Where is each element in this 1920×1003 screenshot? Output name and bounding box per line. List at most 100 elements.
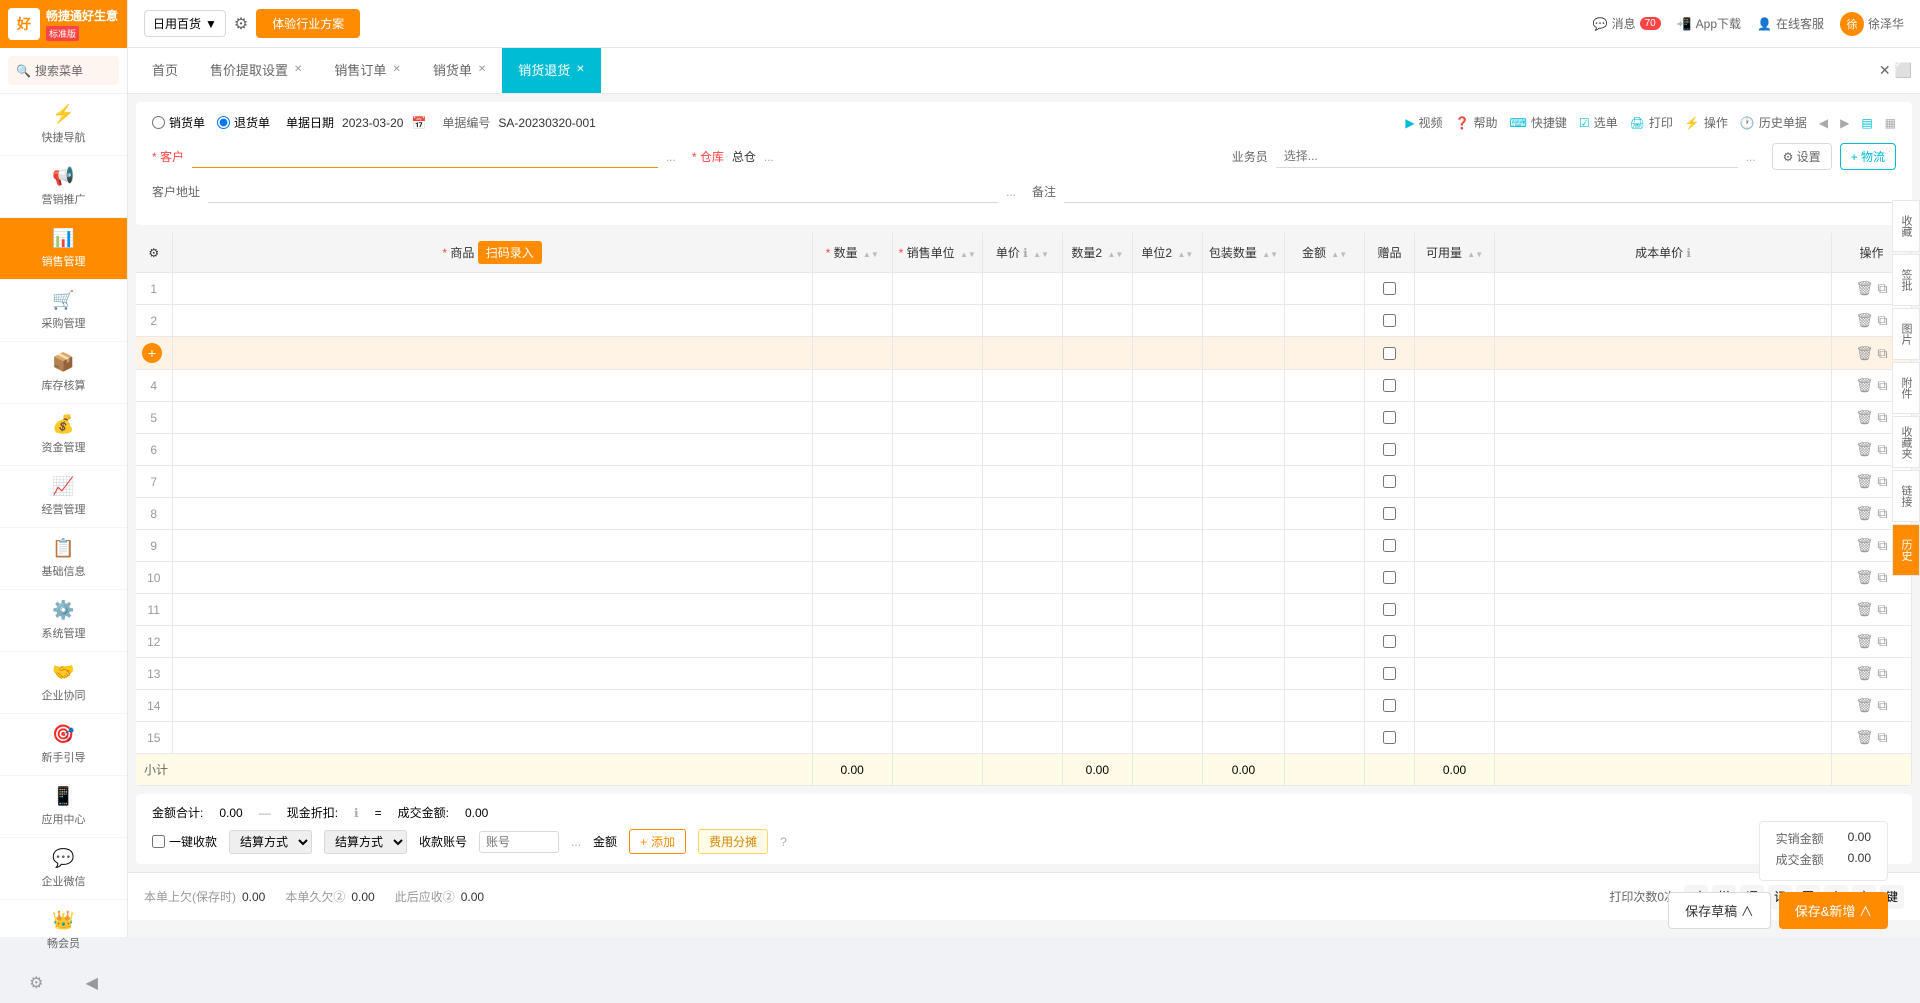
price-cell[interactable] [982,466,1062,498]
pack-qty-cell[interactable] [1202,658,1284,690]
qty2-cell[interactable] [1062,434,1132,466]
copy-icon[interactable]: ⧉ [1877,377,1887,394]
message-button[interactable]: 💬 消息 70 [1593,15,1661,32]
price-cell[interactable] [982,658,1062,690]
sidebar-item-inventory[interactable]: 📦 库存核算 [0,342,127,404]
sale-unit-cell[interactable] [892,690,982,722]
sale-unit-cell[interactable] [892,273,982,305]
qty-cell[interactable] [812,562,892,594]
delete-icon[interactable]: 🗑 [1856,377,1874,394]
sidebar-collapse-button[interactable]: ◀ [86,973,98,993]
radio-return[interactable]: 退货单 [217,114,270,131]
sidebar-item-system[interactable]: ⚙️ 系统管理 [0,590,127,652]
sidebar-item-appstore[interactable]: 📱 应用中心 [0,776,127,838]
history-action[interactable]: 🕐 历史单据 [1740,114,1807,131]
copy-icon[interactable]: ⧉ [1877,505,1887,522]
help-action[interactable]: ❓ 帮助 [1455,114,1498,131]
cost-split-button[interactable]: 费用分摊 [698,829,768,854]
amount-cell[interactable] [1285,434,1365,466]
video-action[interactable]: ▶ 视频 [1405,114,1442,131]
gift-checkbox[interactable] [1383,539,1396,552]
price-cell[interactable] [982,722,1062,754]
app-download-button[interactable]: 📲 App下载 [1677,15,1741,32]
price-cell[interactable] [982,305,1062,337]
cost-price-cell[interactable] [1495,530,1832,562]
logistics-button[interactable]: + 物流 [1840,143,1896,170]
unit2-cell[interactable] [1132,498,1202,530]
pack-qty-cell[interactable] [1202,273,1284,305]
amount-cell[interactable] [1285,305,1365,337]
gift-checkbox[interactable] [1383,603,1396,616]
unit2-cell[interactable] [1132,466,1202,498]
close-tab-button[interactable]: ✕ [1879,62,1891,79]
product-cell[interactable] [172,530,812,562]
amount-cell[interactable] [1285,530,1365,562]
product-cell[interactable] [172,562,812,594]
gift-checkbox[interactable] [1383,314,1396,327]
product-cell[interactable] [172,337,812,370]
float-link[interactable]: 链接 [1892,470,1920,522]
qty-cell[interactable] [812,466,892,498]
copy-icon[interactable]: ⧉ [1877,697,1887,714]
customer-dots[interactable]: ... [666,150,676,164]
save-draft-button[interactable]: 保存草稿 ∧ [1668,892,1771,929]
qty2-cell[interactable] [1062,690,1132,722]
copy-icon[interactable]: ⧉ [1877,441,1887,458]
delete-icon[interactable]: 🗑 [1856,665,1874,682]
price-cell[interactable] [982,498,1062,530]
price-cell[interactable] [982,594,1062,626]
cost-price-cell[interactable] [1495,658,1832,690]
unit2-cell[interactable] [1132,658,1202,690]
delete-icon[interactable]: 🗑 [1856,601,1874,618]
qty2-cell[interactable] [1062,466,1132,498]
available-cell[interactable] [1415,402,1495,434]
available-cell[interactable] [1415,658,1495,690]
cost-price-cell[interactable] [1495,594,1832,626]
price-cell[interactable] [982,626,1062,658]
print-action[interactable]: 🖨 打印 [1630,114,1673,131]
trial-button[interactable]: 体验行业方案 [256,9,360,38]
qty-cell[interactable] [812,498,892,530]
float-star[interactable]: 收藏夹 [1892,416,1920,468]
qty2-cell[interactable] [1062,402,1132,434]
unit2-cell[interactable] [1132,337,1202,370]
qty2-cell[interactable] [1062,658,1132,690]
qty-cell[interactable] [812,402,892,434]
unit2-cell[interactable] [1132,530,1202,562]
qty-cell[interactable] [812,722,892,754]
sidebar-item-operations[interactable]: 📈 经营管理 [0,466,127,528]
gift-checkbox[interactable] [1383,667,1396,680]
tab-close-sales-return[interactable]: ✕ [576,64,584,75]
pack-qty-cell[interactable] [1202,305,1284,337]
product-cell[interactable] [172,626,812,658]
qty2-cell[interactable] [1062,530,1132,562]
topbar-gear-button[interactable]: ⚙ [234,14,248,34]
product-input[interactable] [179,346,806,361]
cost-price-cell[interactable] [1495,466,1832,498]
calendar-icon[interactable]: 📅 [411,116,426,130]
delete-icon[interactable]: 🗑 [1856,345,1874,362]
product-cell[interactable] [172,594,812,626]
qty2-cell[interactable] [1062,273,1132,305]
amount-cell[interactable] [1285,466,1365,498]
qty-cell[interactable] [812,658,892,690]
sidebar-item-marketing[interactable]: 📢 营销推广 [0,156,127,218]
gift-checkbox[interactable] [1383,731,1396,744]
qty2-cell[interactable] [1062,626,1132,658]
gift-checkbox[interactable] [1383,379,1396,392]
sidebar-item-newbie[interactable]: 🎯 新手引导 [0,714,127,776]
amount-cell[interactable] [1285,273,1365,305]
sale-unit-cell[interactable] [892,562,982,594]
delete-icon[interactable]: 🗑 [1856,409,1874,426]
pack-qty-cell[interactable] [1202,498,1284,530]
sale-unit-cell[interactable] [892,337,982,370]
unit2-cell[interactable] [1132,722,1202,754]
address-input[interactable] [208,180,998,203]
copy-icon[interactable]: ⧉ [1877,409,1887,426]
amount-cell[interactable] [1285,658,1365,690]
gift-checkbox[interactable] [1383,282,1396,295]
sale-unit-cell[interactable] [892,530,982,562]
sidebar-item-enterprise[interactable]: 🤝 企业协同 [0,652,127,714]
sale-unit-cell[interactable] [892,722,982,754]
available-cell[interactable] [1415,690,1495,722]
